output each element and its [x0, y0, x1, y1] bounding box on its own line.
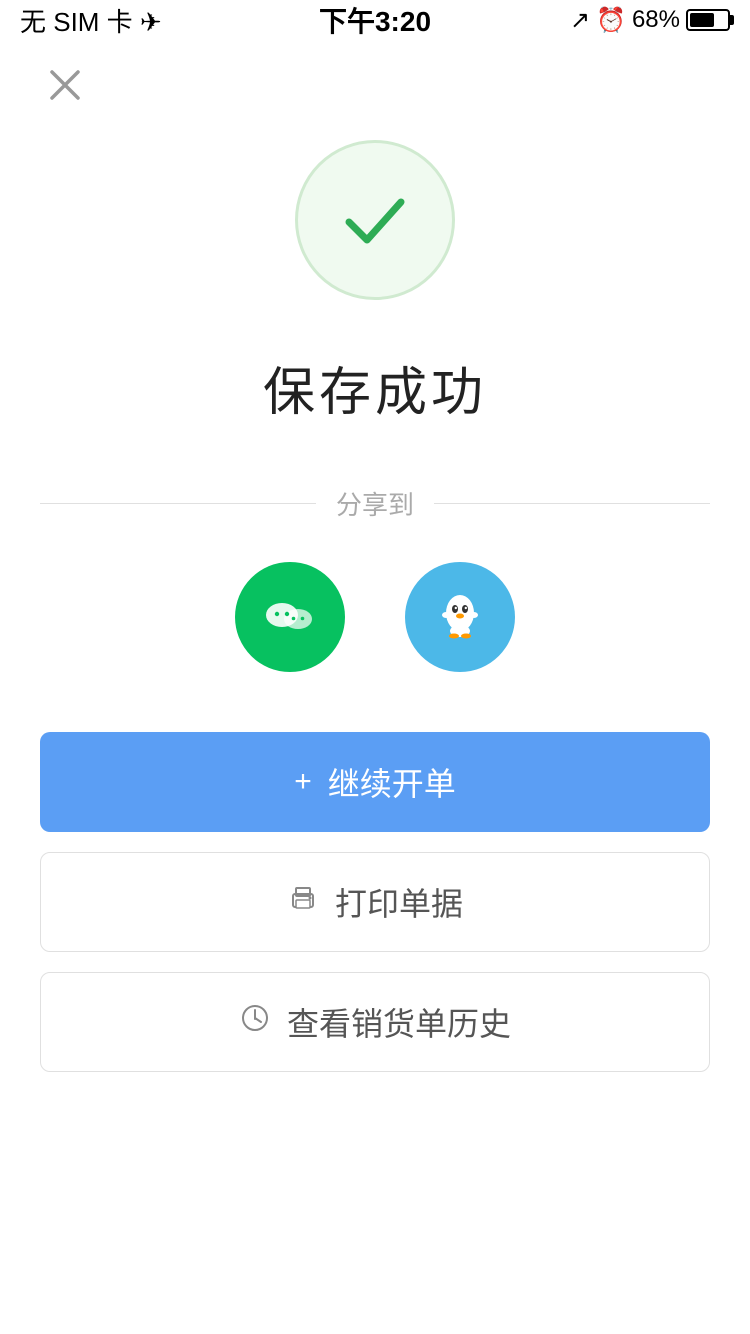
close-button[interactable] — [40, 60, 90, 110]
share-divider-row: 分享到 — [40, 485, 710, 522]
qq-share-button[interactable] — [405, 562, 515, 672]
clock-icon — [239, 1002, 271, 1042]
continue-order-label: 继续开单 — [328, 759, 456, 805]
share-icons-row — [235, 562, 515, 672]
printer-icon — [287, 882, 319, 922]
plus-icon: + — [294, 765, 312, 799]
print-receipt-button[interactable]: 打印单据 — [40, 852, 710, 952]
alarm-icon: ⏰ — [596, 6, 626, 35]
print-receipt-label: 打印单据 — [335, 879, 463, 925]
divider-left — [40, 503, 316, 504]
sim-status: 无 SIM 卡 ✈ — [20, 2, 162, 39]
share-label: 分享到 — [336, 485, 414, 522]
share-section: 分享到 — [40, 485, 710, 672]
view-history-label: 查看销货单历史 — [287, 999, 511, 1045]
battery-icon — [686, 9, 730, 31]
checkmark-icon — [335, 180, 415, 260]
continue-order-button[interactable]: + 继续开单 — [40, 732, 710, 832]
status-time: 下午3:20 — [319, 0, 431, 40]
actions-section: + 继续开单 打印单据 — [40, 732, 710, 1072]
divider-right — [434, 503, 710, 504]
wechat-icon — [258, 585, 322, 649]
qq-icon — [428, 585, 492, 649]
success-title: 保存成功 — [263, 350, 487, 425]
battery-percent: 68% — [632, 6, 680, 34]
status-left: 无 SIM 卡 ✈ — [20, 2, 162, 39]
main-content: 保存成功 分享到 — [0, 40, 750, 1334]
status-right: ↗ ⏰ 68% — [570, 6, 730, 35]
status-bar: 无 SIM 卡 ✈ 下午3:20 ↗ ⏰ 68% — [0, 0, 750, 40]
success-circle — [295, 140, 455, 300]
location-icon: ↗ — [570, 6, 590, 35]
close-icon — [48, 68, 82, 102]
wechat-share-button[interactable] — [235, 562, 345, 672]
view-history-button[interactable]: 查看销货单历史 — [40, 972, 710, 1072]
